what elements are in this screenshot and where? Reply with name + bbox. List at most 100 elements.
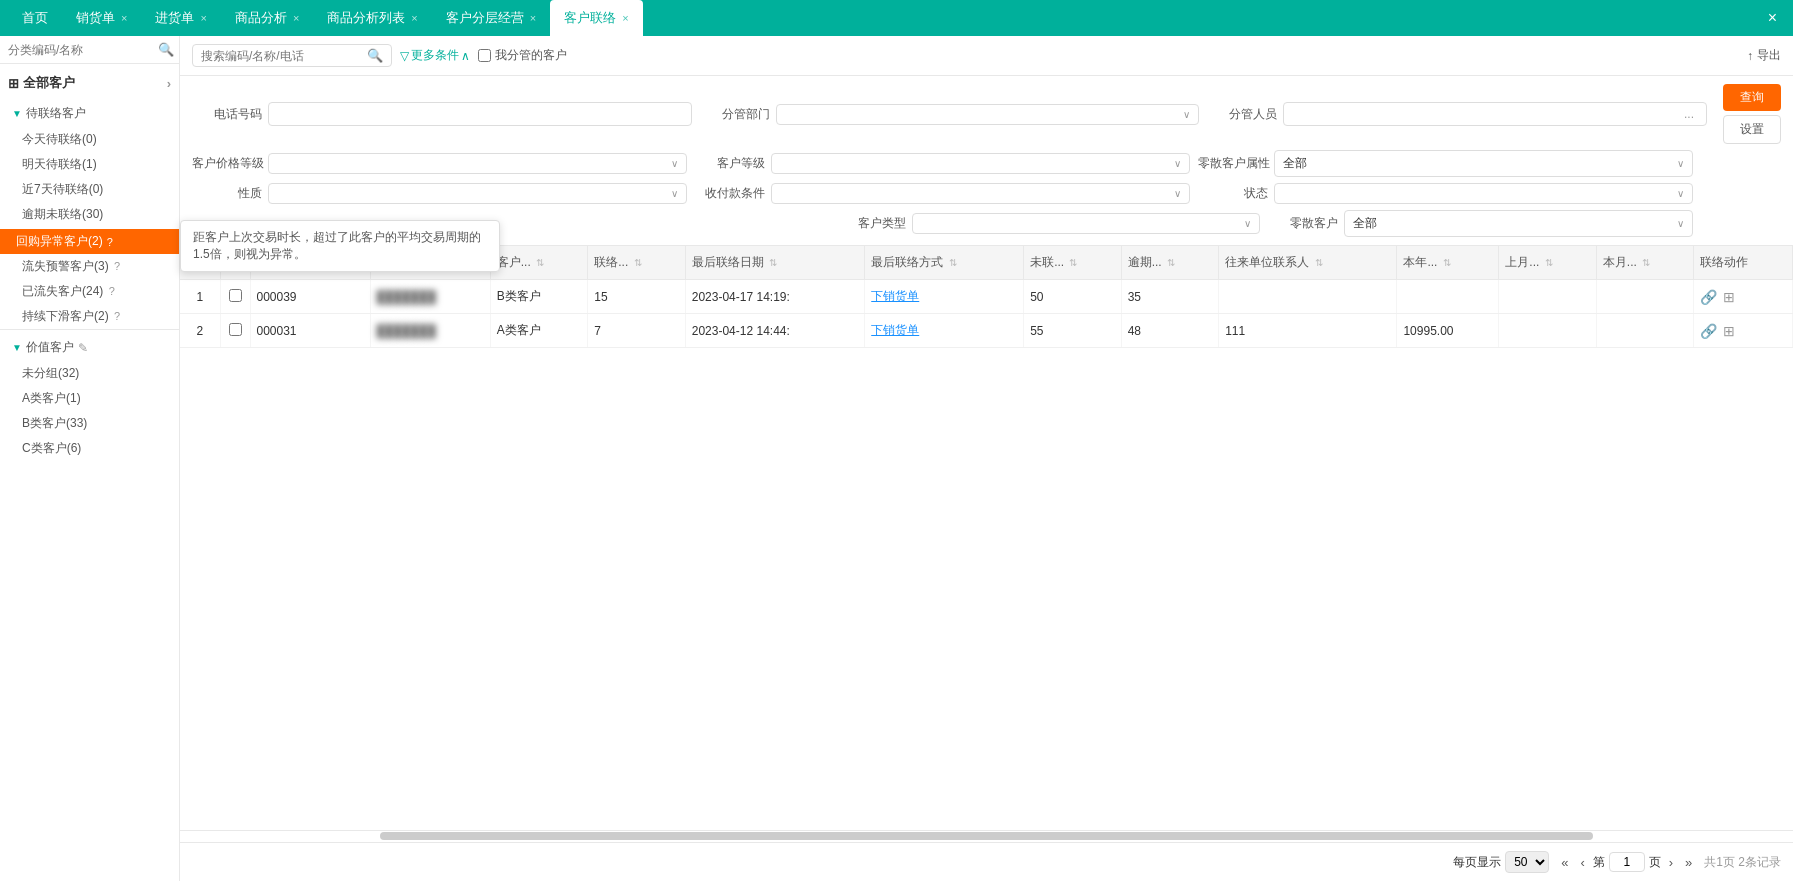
row2-num: 2 xyxy=(180,314,220,348)
retail-select[interactable]: 全部 ∨ xyxy=(1344,210,1693,237)
nav-home[interactable]: 首页 xyxy=(8,0,62,36)
customer-type-field: 客户类型 ∨ xyxy=(836,213,1261,234)
customer-type-select[interactable]: ∨ xyxy=(912,213,1261,234)
this-year-sort-icon[interactable]: ⇅ xyxy=(1443,257,1451,268)
row2-method-link[interactable]: 下销货单 xyxy=(871,323,919,337)
close-all-tabs[interactable]: × xyxy=(1760,9,1785,27)
method-sort-icon[interactable]: ⇅ xyxy=(949,257,957,268)
retail-attr-field: 零散客户属性 全部 ∨ xyxy=(1198,150,1693,177)
filter-icon: ▽ xyxy=(400,49,409,63)
last-page-btn[interactable]: » xyxy=(1681,853,1696,872)
prev-page-btn[interactable]: ‹ xyxy=(1576,853,1588,872)
no-contact-sort-icon[interactable]: ⇅ xyxy=(1069,257,1077,268)
retail-arrow: ∨ xyxy=(1677,218,1684,229)
nav-product-analysis-list[interactable]: 商品分析列表 × xyxy=(313,0,431,36)
sidebar-churn-warning[interactable]: 流失预警客户(3) ? xyxy=(0,254,179,279)
row1-last-date: 2023-04-17 14:19: xyxy=(685,280,864,314)
filter-search-icon[interactable]: 🔍 xyxy=(367,48,383,63)
churned-info-icon[interactable]: ? xyxy=(109,285,115,297)
payment-arrow: ∨ xyxy=(1174,188,1181,199)
row1-check[interactable] xyxy=(220,280,250,314)
settings-button[interactable]: 设置 xyxy=(1723,115,1781,144)
close-customer-contact[interactable]: × xyxy=(622,12,628,24)
last-month-sort-icon[interactable]: ⇅ xyxy=(1545,257,1553,268)
filter-search-input[interactable] xyxy=(201,49,363,63)
row2-more-icon[interactable]: ⊞ xyxy=(1723,323,1735,339)
nav-customer-contact[interactable]: 客户联络 × xyxy=(550,0,642,36)
value-section-title[interactable]: ▼ 价值客户 ✎ xyxy=(0,334,179,361)
horizontal-scrollbar-thumb[interactable] xyxy=(380,832,1593,840)
sidebar-search-input[interactable] xyxy=(8,43,158,57)
churn-warning-info-icon[interactable]: ? xyxy=(114,260,120,272)
repurchase-info-icon[interactable]: ? xyxy=(107,236,113,248)
manager-select[interactable]: ... xyxy=(1283,102,1707,126)
page-number-input[interactable] xyxy=(1609,852,1645,872)
next-page-btn[interactable]: › xyxy=(1665,853,1677,872)
gender-select[interactable]: ∨ xyxy=(268,183,687,204)
value-edit-icon[interactable]: ✎ xyxy=(78,341,88,355)
filter-actions: 查询 设置 xyxy=(1723,84,1781,144)
my-customers-check: 我分管的客户 xyxy=(478,47,567,64)
nav-product-analysis[interactable]: 商品分析 × xyxy=(221,0,313,36)
close-product-analysis[interactable]: × xyxy=(293,12,299,24)
sidebar-7days-pending[interactable]: 近7天待联络(0) xyxy=(0,177,179,202)
dept-select[interactable]: ∨ xyxy=(776,104,1200,125)
phone-input[interactable] xyxy=(268,102,692,126)
row1-this-year xyxy=(1397,280,1499,314)
declining-info-icon[interactable]: ? xyxy=(114,310,120,322)
close-purchase-order[interactable]: × xyxy=(200,12,206,24)
sidebar-all-customers[interactable]: ⊞ 全部客户 › xyxy=(0,68,179,98)
customer-level-select[interactable]: ∨ xyxy=(771,153,1190,174)
contact-sort-icon[interactable]: ⇅ xyxy=(634,257,642,268)
pending-section-title[interactable]: ▼ 待联络客户 xyxy=(0,100,179,127)
row2-last-month xyxy=(1499,314,1597,348)
row2-checkbox[interactable] xyxy=(229,323,242,336)
customer-level-arrow: ∨ xyxy=(1174,158,1181,169)
row2-check[interactable] xyxy=(220,314,250,348)
collapse-icon[interactable]: › xyxy=(167,76,171,91)
nav-purchase-order[interactable]: 进货单 × xyxy=(141,0,220,36)
sidebar-unclassified[interactable]: 未分组(32) xyxy=(0,361,179,386)
payment-select[interactable]: ∨ xyxy=(771,183,1190,204)
dept-field: 分管部门 ∨ xyxy=(700,104,1200,125)
col-action: 联络动作 xyxy=(1694,246,1793,280)
pending-section: ▼ 待联络客户 今天待联络(0) 明天待联络(1) 近7天待联络(0) 逾期未联… xyxy=(0,98,179,229)
col-last-contact-method: 最后联络方式 ⇅ xyxy=(865,246,1024,280)
row1-more-icon[interactable]: ⊞ xyxy=(1723,289,1735,305)
sidebar-today-pending[interactable]: 今天待联络(0) xyxy=(0,127,179,152)
sidebar-tomorrow-pending[interactable]: 明天待联络(1) xyxy=(0,152,179,177)
per-page-select[interactable]: 50 xyxy=(1505,851,1549,873)
sidebar-search-icon[interactable]: 🔍 xyxy=(158,42,174,57)
type-sort-icon[interactable]: ⇅ xyxy=(536,257,544,268)
close-customer-segmentation[interactable]: × xyxy=(530,12,536,24)
more-conditions-btn[interactable]: ▽ 更多条件 ∧ xyxy=(400,47,470,64)
date-sort-icon[interactable]: ⇅ xyxy=(769,257,777,268)
sidebar-class-c[interactable]: C类客户(6) xyxy=(0,436,179,461)
unit-contact-sort-icon[interactable]: ⇅ xyxy=(1315,257,1323,268)
row2-view-icon[interactable]: 🔗 xyxy=(1700,323,1717,339)
row1-checkbox[interactable] xyxy=(229,289,242,302)
first-page-btn[interactable]: « xyxy=(1557,853,1572,872)
close-sales-order[interactable]: × xyxy=(121,12,127,24)
sidebar-repurchase-abnormal[interactable]: 回购异常客户(2) ? xyxy=(0,229,179,254)
nav-customer-segmentation[interactable]: 客户分层经营 × xyxy=(432,0,550,36)
overdue-sort-icon[interactable]: ⇅ xyxy=(1167,257,1175,268)
row2-name: ███████ xyxy=(370,314,490,348)
sidebar-churned[interactable]: 已流失客户(24) ? xyxy=(0,279,179,304)
close-product-analysis-list[interactable]: × xyxy=(411,12,417,24)
nav-sales-order[interactable]: 销货单 × xyxy=(62,0,141,36)
manager-ellipsis[interactable]: ... xyxy=(1680,107,1698,121)
query-button[interactable]: 查询 xyxy=(1723,84,1781,111)
sidebar-class-b[interactable]: B类客户(33) xyxy=(0,411,179,436)
export-button[interactable]: ↑ 导出 xyxy=(1747,47,1781,64)
retail-attr-select[interactable]: 全部 ∨ xyxy=(1274,150,1693,177)
my-customers-checkbox[interactable] xyxy=(478,49,491,62)
sidebar-class-a[interactable]: A类客户(1) xyxy=(0,386,179,411)
sidebar-overdue-pending[interactable]: 逾期未联络(30) xyxy=(0,202,179,227)
row1-method-link[interactable]: 下销货单 xyxy=(871,289,919,303)
sidebar-declining[interactable]: 持续下滑客户(2) ? xyxy=(0,304,179,329)
this-month-sort-icon[interactable]: ⇅ xyxy=(1642,257,1650,268)
price-level-select[interactable]: ∨ xyxy=(268,153,687,174)
row1-view-icon[interactable]: 🔗 xyxy=(1700,289,1717,305)
status-select[interactable]: ∨ xyxy=(1274,183,1693,204)
